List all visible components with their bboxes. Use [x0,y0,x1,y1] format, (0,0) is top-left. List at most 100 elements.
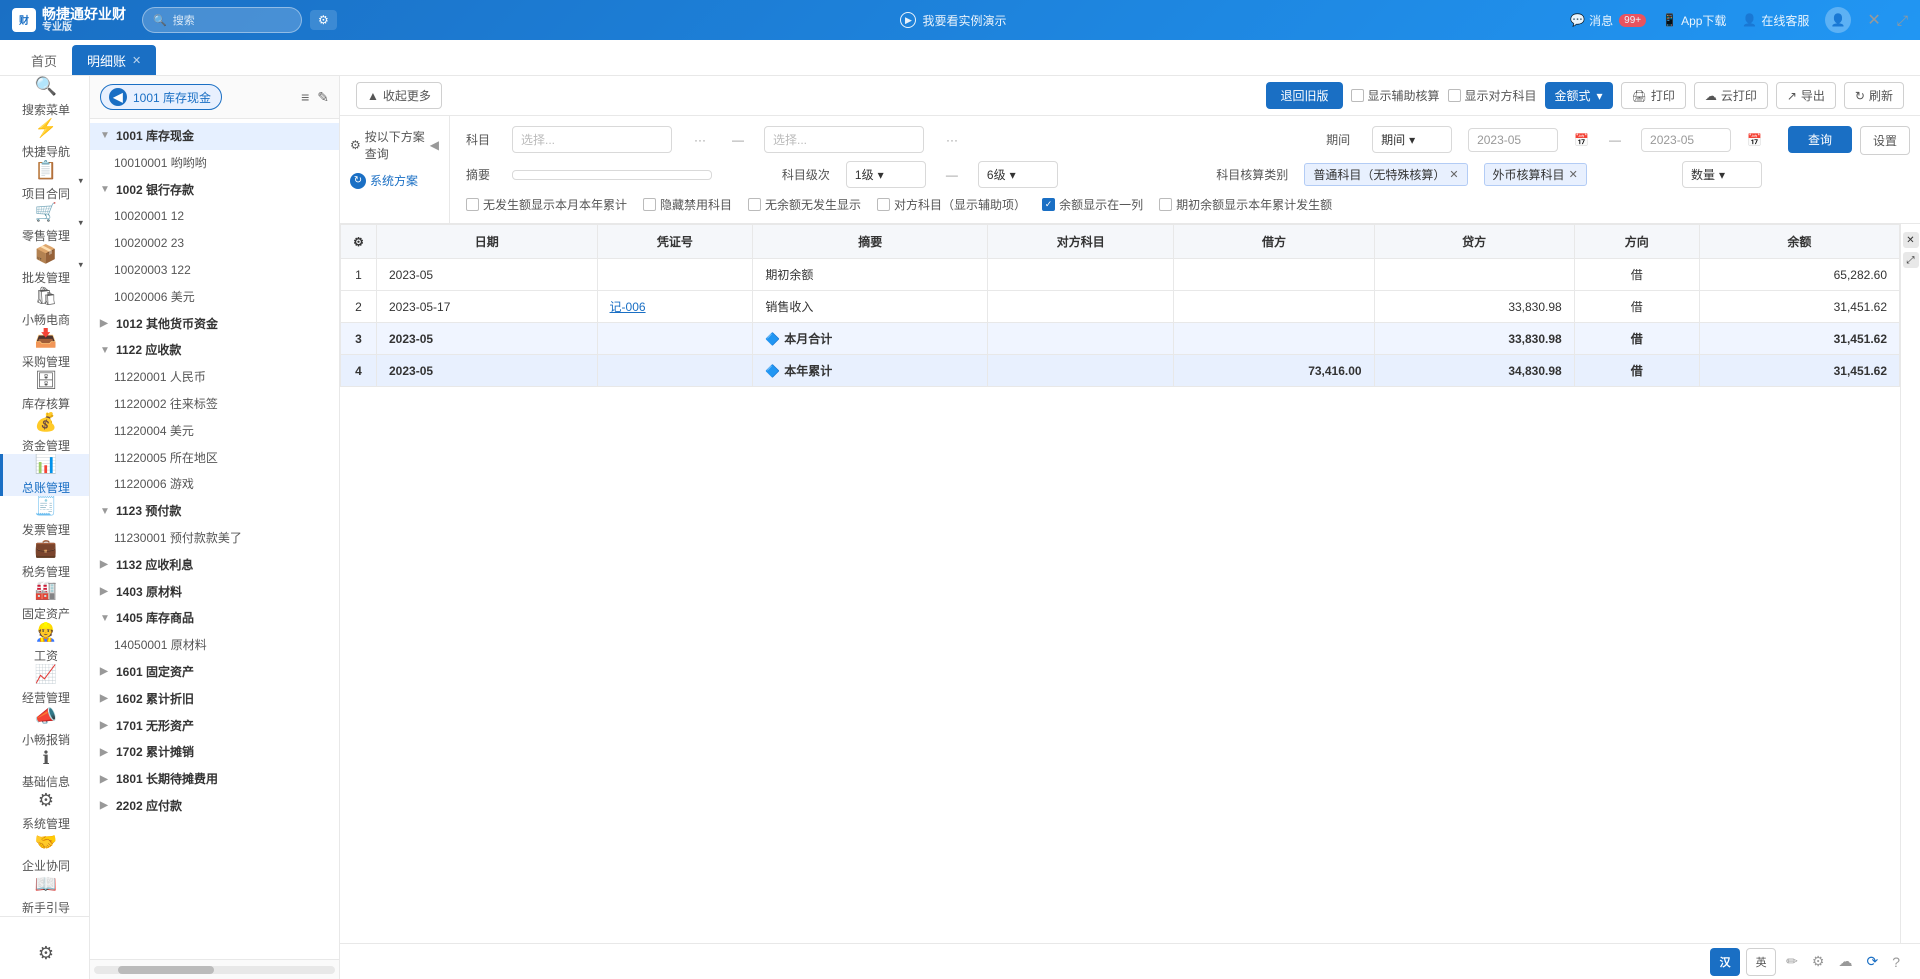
tree-node-10010001[interactable]: 10010001 哟哟哟 [90,150,339,177]
edit-icon[interactable]: ✎ [317,89,329,106]
user-avatar[interactable]: 👤 [1825,7,1851,33]
format-dropdown[interactable]: 金额式 ▾ [1545,82,1613,109]
export-btn[interactable]: ↗ 导出 [1776,82,1836,109]
app-download-btn[interactable]: 📱 App下载 [1662,12,1726,29]
cb-no-balance[interactable]: 无余额无发生显示 [748,196,861,213]
sidebar-item-purchase[interactable]: 📥 采购管理 [0,328,89,370]
tree-node-11220001[interactable]: 11220001 人民币 [90,364,339,391]
sidebar-item-retail[interactable]: 🛒 零售管理 [0,202,89,244]
bottom-sync-icon[interactable]: ⟳ [1862,953,1882,970]
tree-node-1012[interactable]: ▶ 1012 其他货币资金 [90,311,339,338]
sidebar-item-search[interactable]: 🔍 搜索菜单 [0,76,89,118]
sidebar-item-system[interactable]: ⚙ 系统管理 [0,790,89,832]
sidebar-item-cooperation[interactable]: 🤝 企业协同 [0,832,89,874]
filter-plan-header[interactable]: ⚙ 按以下方案查询 ◀ [340,124,449,166]
show-contra-checkbox[interactable]: 显示对方科目 [1448,87,1537,104]
tree-node-1702[interactable]: ▶ 1702 累计摊销 [90,739,339,766]
close-btn[interactable]: ✕ [1867,10,1880,30]
demo-link[interactable]: ▶ 我要看实例演示 [900,12,1006,29]
subject-input[interactable]: 选择... [512,126,672,153]
print-btn[interactable]: 🖨 打印 [1621,82,1686,109]
tree-node-1002[interactable]: ▼ 1002 银行存款 [90,177,339,204]
tree-node-1122[interactable]: ▼ 1122 应收款 [90,337,339,364]
close-panel-btn[interactable]: ✕ [1903,232,1919,248]
tree-node-2202[interactable]: ▶ 2202 应付款 [90,793,339,820]
summary-input[interactable] [512,170,712,180]
bottom-help-icon[interactable]: ? [1888,954,1904,970]
tree-node-10020001[interactable]: 10020001 12 [90,203,339,230]
sidebar-item-guide[interactable]: 📖 新手引导 [0,874,89,916]
cb-no-amount[interactable]: 无发生额显示本月本年累计 [466,196,627,213]
subject-input-to[interactable]: 选择... [764,126,924,153]
tree-node-11230001[interactable]: 11230001 预付款款美了 [90,525,339,552]
tab-close-icon[interactable]: ✕ [132,54,141,67]
sidebar-item-tax[interactable]: 💼 税务管理 [0,538,89,580]
period-start-input[interactable]: 2023-05 [1468,128,1558,152]
tree-node-1601[interactable]: ▶ 1601 固定资产 [90,659,339,686]
account-selected[interactable]: ◀ 1001 库存现金 [100,84,222,110]
sidebar-item-shortcuts[interactable]: ⚡ 快捷导航 [0,118,89,160]
tree-node-1602[interactable]: ▶ 1602 累计折旧 [90,686,339,713]
maximize-btn[interactable]: ⤢ [1897,12,1908,29]
quantity-select[interactable]: 数量 ▾ [1682,161,1762,188]
refresh-btn[interactable]: ↻ 刷新 [1844,82,1904,109]
expand-panel-btn[interactable]: ⤢ [1903,252,1919,268]
sidebar-item-basics[interactable]: ℹ 基础信息 [0,748,89,790]
system-plan-item[interactable]: ↻ 系统方案 [340,166,449,195]
sidebar-item-assets[interactable]: 🏭 固定资产 [0,580,89,622]
voucher-link[interactable]: 记-006 [597,291,753,323]
translate-btn[interactable]: 汉 [1710,948,1740,976]
tree-node-1405[interactable]: ▼ 1405 库存商品 [90,605,339,632]
sidebar-item-ledger[interactable]: 📊 总账管理 [0,454,89,496]
period-type-select[interactable]: 期间 ▾ [1372,126,1452,153]
tree-node-1123[interactable]: ▼ 1123 预付款 [90,498,339,525]
tree-node-1132[interactable]: ▶ 1132 应收利息 [90,552,339,579]
bottom-settings-icon[interactable]: ⚙ [1808,953,1829,970]
sidebar-item-salary[interactable]: 👷 工资 [0,622,89,664]
tree-node-1403[interactable]: ▶ 1403 原材料 [90,579,339,606]
online-service-btn[interactable]: 👤 在线客服 [1742,12,1809,29]
sidebar-item-inventory[interactable]: 🗄 库存核算 [0,370,89,412]
level-to-select[interactable]: 6级 ▾ [978,161,1058,188]
sidebar-item-project[interactable]: 📋 项目合同 [0,160,89,202]
tree-node-11220002[interactable]: 11220002 往来标签 [90,391,339,418]
setting-btn[interactable]: 设置 [1860,126,1910,155]
show-auxiliary-checkbox[interactable]: 显示辅助核算 [1351,87,1440,104]
sidebar-item-operations[interactable]: 📈 经营管理 [0,664,89,706]
tree-node-1801[interactable]: ▶ 1801 长期待摊费用 [90,766,339,793]
message-btn[interactable]: 💬 消息 99+ [1570,12,1646,29]
expand-more-btn[interactable]: ▲ 收起更多 [356,82,442,109]
sidebar-item-settings-bottom[interactable]: ⚙ [0,925,89,979]
sidebar-item-ecommerce[interactable]: 🛍 小畅电商 [0,286,89,328]
tree-node-11220004[interactable]: 11220004 美元 [90,418,339,445]
sidebar-item-expenses[interactable]: 📣 小畅报销 [0,706,89,748]
english-btn[interactable]: 英 [1746,948,1776,976]
sidebar-item-funds[interactable]: 💰 资金管理 [0,412,89,454]
cb-balance-col[interactable]: ✓ 余额显示在一列 [1042,196,1143,213]
tab-ledger[interactable]: 明细账 ✕ [72,45,156,75]
tree-node-11220006[interactable]: 11220006 游戏 [90,471,339,498]
level-from-select[interactable]: 1级 ▾ [846,161,926,188]
tree-node-1001[interactable]: ▼ 1001 库存现金 [90,123,339,150]
cb-hide-disabled[interactable]: 隐藏禁用科目 [643,196,732,213]
cloud-print-btn[interactable]: ☁ 云打印 [1694,82,1768,109]
tree-node-14050001[interactable]: 14050001 原材料 [90,632,339,659]
sidebar-item-wholesale[interactable]: 📦 批发管理 [0,244,89,286]
bottom-edit-icon[interactable]: ✏ [1782,953,1802,970]
category-tag-1[interactable]: 普通科目（无特殊核算） ✕ [1304,163,1467,186]
settings-btn[interactable]: ⚙ [310,10,337,30]
tree-scrollbar[interactable] [90,959,339,979]
category-tag-2[interactable]: 外币核算科目 ✕ [1484,163,1587,186]
sidebar-item-invoice[interactable]: 🧾 发票管理 [0,496,89,538]
tab-home[interactable]: 首页 [16,45,72,75]
search-btn[interactable]: 查询 [1788,126,1852,153]
tree-node-10020006[interactable]: 10020006 美元 [90,284,339,311]
tree-node-1701[interactable]: ▶ 1701 无形资产 [90,713,339,740]
cb-opening-balance[interactable]: 期初余额显示本年累计发生额 [1159,196,1332,213]
top-search[interactable]: 🔍 搜索 [142,7,302,33]
filter-icon[interactable]: ≡ [301,89,309,106]
tree-node-11220005[interactable]: 11220005 所在地区 [90,445,339,472]
back-old-btn[interactable]: 退回旧版 [1266,82,1342,109]
cb-contra[interactable]: 对方科目（显示辅助项） [877,196,1026,213]
bottom-cloud-icon[interactable]: ☁ [1834,953,1856,970]
